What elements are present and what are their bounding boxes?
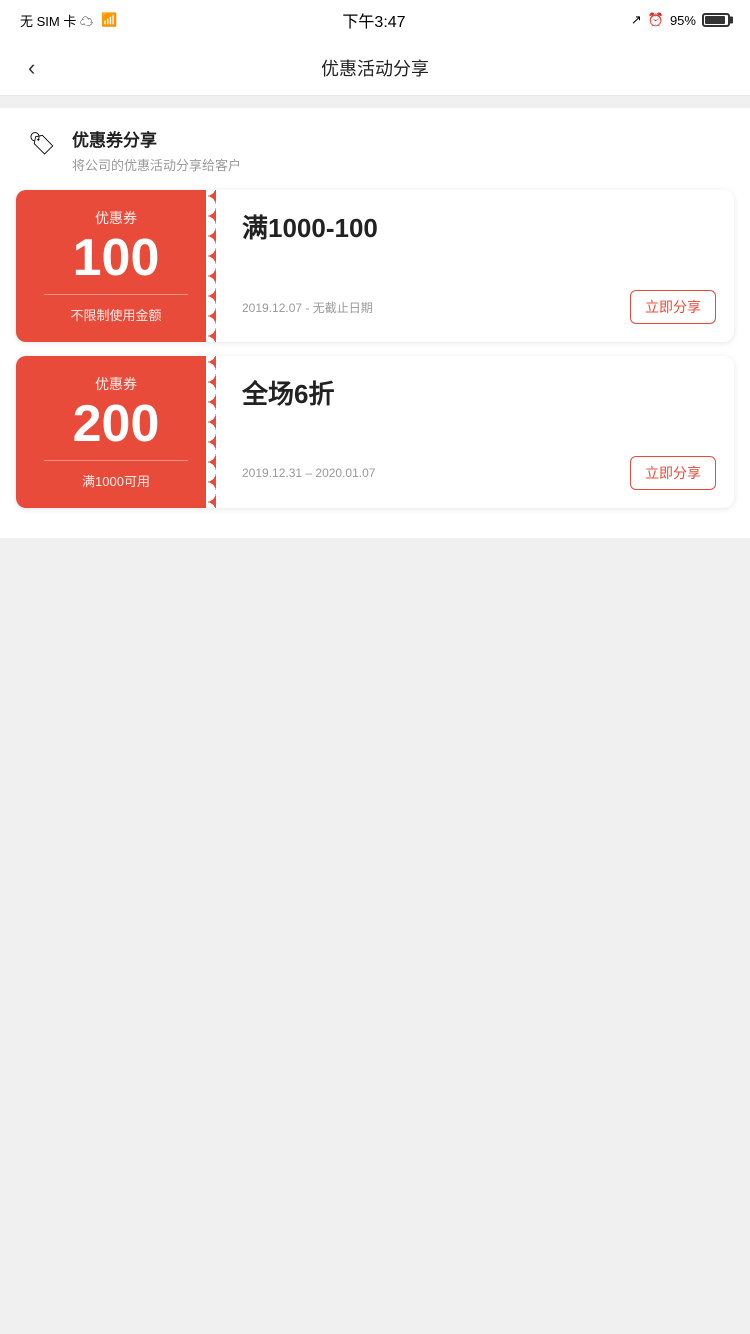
coupon-name-2: 全场6折: [242, 374, 716, 411]
section-title: 优惠券分享: [72, 126, 241, 151]
coupon-left-2: 优惠券 200 满1000可用: [16, 356, 216, 508]
coupon-card: 优惠券 100 不限制使用金额 满1000-100 2019.12.07 - 无…: [16, 190, 734, 342]
coupon-divider-1: [44, 294, 188, 295]
nav-bar: ‹ 优惠活动分享: [0, 40, 750, 96]
location-icon: ↗: [631, 12, 642, 28]
section-text: 优惠券分享 将公司的优惠活动分享给客户: [72, 126, 241, 174]
share-button-2[interactable]: 立即分享: [630, 456, 716, 490]
status-left: 无 SIM 卡 ☁ 📶: [20, 11, 117, 30]
coupon-list: 优惠券 100 不限制使用金额 满1000-100 2019.12.07 - 无…: [0, 190, 750, 538]
coupon-condition-2: 满1000可用: [82, 471, 150, 490]
wifi-icon: 📶: [101, 12, 117, 28]
back-button[interactable]: ‹: [20, 47, 43, 89]
coupon-date-2: 2019.12.31 – 2020.01.07: [242, 466, 375, 480]
coupon-value-2: 200: [73, 398, 160, 450]
coupon-meta-2: 2019.12.31 – 2020.01.07 立即分享: [242, 456, 716, 490]
top-divider: [0, 96, 750, 108]
section-header: 🏷 优惠券分享 将公司的优惠活动分享给客户: [0, 108, 750, 190]
coupon-left-1: 优惠券 100 不限制使用金额: [16, 190, 216, 342]
coupon-section-icon: 🏷: [24, 126, 60, 162]
coupon-right-2: 全场6折 2019.12.31 – 2020.01.07 立即分享: [216, 356, 734, 508]
coupon-card: 优惠券 200 满1000可用 全场6折 2019.12.31 – 2020.0…: [16, 356, 734, 508]
battery-percent: 95%: [670, 13, 696, 28]
coupon-date-1: 2019.12.07 - 无截止日期: [242, 299, 373, 316]
alarm-icon: ⏰: [648, 12, 664, 28]
status-right: ↗ ⏰ 95%: [631, 12, 730, 28]
page-title: 优惠活动分享: [321, 55, 429, 81]
share-button-1[interactable]: 立即分享: [630, 290, 716, 324]
coupon-name-1: 满1000-100: [242, 208, 716, 245]
sim-text: 无 SIM 卡 ☁: [20, 11, 93, 30]
coupon-meta-1: 2019.12.07 - 无截止日期 立即分享: [242, 290, 716, 324]
section-subtitle: 将公司的优惠活动分享给客户: [72, 155, 241, 174]
coupon-condition-1: 不限制使用金额: [70, 305, 161, 324]
status-bar: 无 SIM 卡 ☁ 📶 下午3:47 ↗ ⏰ 95%: [0, 0, 750, 40]
coupon-label-2: 优惠券: [95, 374, 137, 394]
coupon-divider-2: [44, 460, 188, 461]
status-time: 下午3:47: [342, 8, 405, 32]
coupon-label-1: 优惠券: [95, 208, 137, 228]
coupon-right-1: 满1000-100 2019.12.07 - 无截止日期 立即分享: [216, 190, 734, 342]
coupon-value-1: 100: [73, 232, 160, 284]
bottom-area: [0, 538, 750, 1118]
battery-icon: [702, 13, 730, 27]
